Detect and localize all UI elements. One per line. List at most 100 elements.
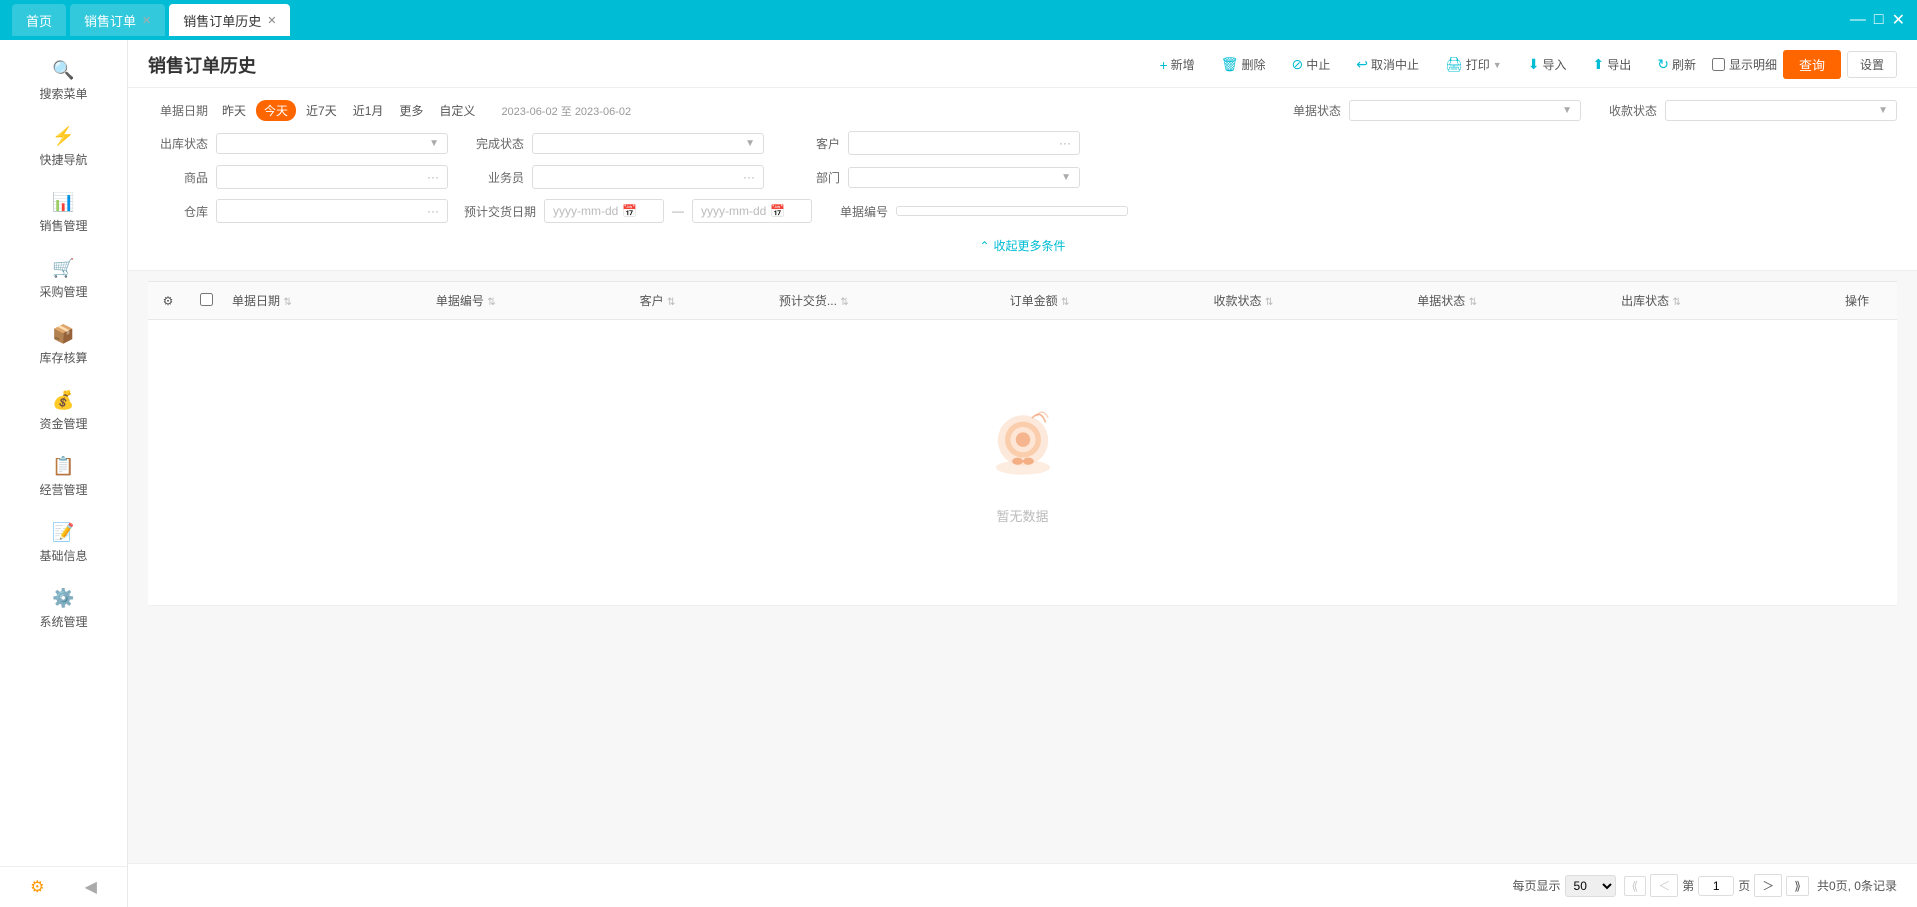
btn-query[interactable]: 查询 [1783, 50, 1841, 79]
btn-delete[interactable]: 🗑 删除 [1211, 52, 1276, 77]
close-btn[interactable]: ✕ [1892, 10, 1905, 30]
btn-settings[interactable]: 设置 [1847, 51, 1897, 78]
tab-sales-order-history-close[interactable]: ✕ [267, 14, 276, 27]
expected-date-to[interactable]: yyyy-mm-dd 📅 [692, 199, 812, 223]
page-nav: ⟪ ＜ 第 页 ＞ ⟫ [1624, 874, 1809, 897]
sidebar-item-purchase[interactable]: 🛒 采购管理 [0, 246, 127, 312]
page-input[interactable] [1698, 876, 1734, 896]
date-tab-more[interactable]: 更多 [393, 100, 429, 121]
add-icon: + [1159, 57, 1167, 73]
col-payment-status[interactable]: 收款状态 ⇅ [1205, 282, 1409, 320]
btn-export[interactable]: ⬆ 导出 [1582, 52, 1641, 77]
quicknav-icon: ⚡ [52, 126, 74, 147]
date-tab-7days[interactable]: 近7天 [300, 100, 343, 121]
customer-input[interactable]: ··· [848, 131, 1080, 155]
table-settings-icon[interactable]: ⚙ [163, 294, 174, 308]
col-customer[interactable]: 客户 ⇅ [632, 282, 771, 320]
col-expected-date[interactable]: 预计交货... ⇅ [771, 282, 1002, 320]
btn-refresh[interactable]: ↻ 刷新 [1647, 52, 1706, 77]
expected-date-from[interactable]: yyyy-mm-dd 📅 [544, 199, 664, 223]
sort-outstock-icon: ⇅ [1672, 297, 1680, 308]
sort-orderstatus-icon: ⇅ [1469, 297, 1477, 308]
export-icon: ⬆ [1592, 56, 1604, 73]
tab-sales-order-close[interactable]: ✕ [142, 14, 151, 27]
col-operations: 操作 [1817, 282, 1897, 320]
date-tab-custom[interactable]: 自定义 [433, 100, 481, 121]
department-select[interactable]: ▼ [848, 167, 1080, 188]
filter-department: 部门 ▼ [780, 167, 1080, 188]
print-dropdown-icon: ▼ [1493, 60, 1502, 70]
col-order-amount[interactable]: 订单金额 ⇅ [1002, 282, 1206, 320]
sort-expected-icon: ⇅ [840, 297, 848, 308]
content-area: 销售订单历史 + 新增 🗑 删除 ⊘ 中止 ↩ [128, 40, 1917, 907]
filter-row-2: 出库状态 ▼ 完成状态 ▼ 客户 [148, 131, 1897, 155]
filter-row-1: 单据日期 昨天 今天 近7天 近1月 更多 自定义 2023-06-02 至 2… [148, 100, 1897, 121]
page-last-btn[interactable]: ⟫ [1786, 876, 1809, 896]
warehouse-label: 仓库 [148, 203, 208, 220]
tab-home[interactable]: 首页 [12, 4, 66, 36]
customer-ellipsis[interactable]: ··· [1059, 136, 1071, 150]
product-input[interactable]: ··· [216, 165, 448, 189]
window-controls: — □ ✕ [1850, 10, 1905, 30]
col-date[interactable]: 单据日期 ⇅ [224, 282, 428, 320]
per-page-select[interactable]: 10 20 50 100 [1565, 875, 1616, 897]
col-outstock-status[interactable]: 出库状态 ⇅ [1613, 282, 1817, 320]
col-checkbox[interactable] [188, 282, 224, 320]
tab-sales-order[interactable]: 销售订单 ✕ [70, 4, 165, 36]
system-icon: ⚙️ [52, 588, 74, 609]
sort-amount-icon: ⇅ [1061, 297, 1069, 308]
warehouse-ellipsis[interactable]: ··· [427, 204, 439, 218]
date-tab-yesterday[interactable]: 昨天 [216, 100, 252, 121]
sidebar-settings-icon[interactable]: ⚙ [30, 877, 44, 897]
warehouse-input[interactable]: ··· [216, 199, 448, 223]
sidebar-item-system[interactable]: ⚙️ 系统管理 [0, 576, 127, 642]
pagination: 每页显示 10 20 50 100 ⟪ ＜ 第 页 ＞ ⟫ 共0页, 0条记录 [128, 863, 1917, 907]
display-details-toggle[interactable]: 显示明细 [1712, 56, 1777, 73]
payment-status-label: 收款状态 [1597, 102, 1657, 119]
sidebar-item-quicknav[interactable]: ⚡ 快捷导航 [0, 114, 127, 180]
page-first-btn[interactable]: ⟪ [1624, 876, 1647, 896]
sidebar-item-sales[interactable]: 📊 销售管理 [0, 180, 127, 246]
col-order-num[interactable]: 单据编号 ⇅ [428, 282, 632, 320]
salesperson-ellipsis[interactable]: ··· [743, 170, 755, 184]
sidebar-item-basic-info[interactable]: 📝 基础信息 [0, 510, 127, 576]
outstock-select[interactable]: ▼ [216, 133, 448, 154]
order-num-label: 单据编号 [828, 203, 888, 220]
col-settings[interactable]: ⚙ [148, 282, 188, 320]
date-label: 单据日期 [148, 102, 208, 119]
payment-status-select[interactable]: ▼ [1665, 100, 1897, 121]
btn-print[interactable]: 🖨 打印 ▼ [1435, 52, 1512, 77]
order-num-input[interactable] [896, 206, 1128, 216]
completion-select[interactable]: ▼ [532, 133, 764, 154]
date-tab-today[interactable]: 今天 [256, 100, 296, 121]
sidebar-item-search[interactable]: 🔍 搜索菜单 [0, 48, 127, 114]
maximize-btn[interactable]: □ [1874, 11, 1884, 29]
btn-stop[interactable]: ⊘ 中止 [1281, 52, 1340, 77]
sort-payment-icon: ⇅ [1265, 297, 1273, 308]
date-tab-1month[interactable]: 近1月 [347, 100, 390, 121]
order-status-select[interactable]: ▼ [1349, 100, 1581, 121]
select-all-checkbox[interactable] [200, 293, 213, 306]
page-next-btn[interactable]: ＞ [1754, 874, 1782, 897]
col-order-status[interactable]: 单据状态 ⇅ [1409, 282, 1613, 320]
sidebar-item-operations[interactable]: 📋 经营管理 [0, 444, 127, 510]
display-details-checkbox[interactable] [1712, 58, 1725, 71]
collapse-bar[interactable]: ⌃ 收起更多条件 [148, 233, 1897, 258]
btn-cancel-stop[interactable]: ↩ 取消中止 [1346, 52, 1429, 77]
product-ellipsis[interactable]: ··· [427, 170, 439, 184]
tab-sales-order-history[interactable]: 销售订单历史 ✕ [169, 4, 290, 36]
sidebar-item-inventory[interactable]: 📦 库存核算 [0, 312, 127, 378]
btn-add[interactable]: + 新增 [1149, 52, 1204, 77]
sidebar-collapse-icon[interactable]: ◀ [85, 877, 97, 897]
sidebar-item-finance[interactable]: 💰 资金管理 [0, 378, 127, 444]
filter-row-4: 仓库 ··· 预计交货日期 yyyy-mm-dd 📅 — [148, 199, 1897, 223]
completion-arrow: ▼ [745, 138, 755, 149]
delete-icon: 🗑 [1221, 56, 1239, 73]
salesperson-input[interactable]: ··· [532, 165, 764, 189]
collapse-icon: ⌃ [979, 239, 989, 253]
minimize-btn[interactable]: — [1850, 11, 1866, 29]
empty-text: 暂无数据 [996, 506, 1048, 525]
btn-import[interactable]: ⬇ 导入 [1518, 52, 1577, 77]
filter-product: 商品 ··· [148, 165, 448, 189]
page-prev-btn[interactable]: ＜ [1650, 874, 1678, 897]
